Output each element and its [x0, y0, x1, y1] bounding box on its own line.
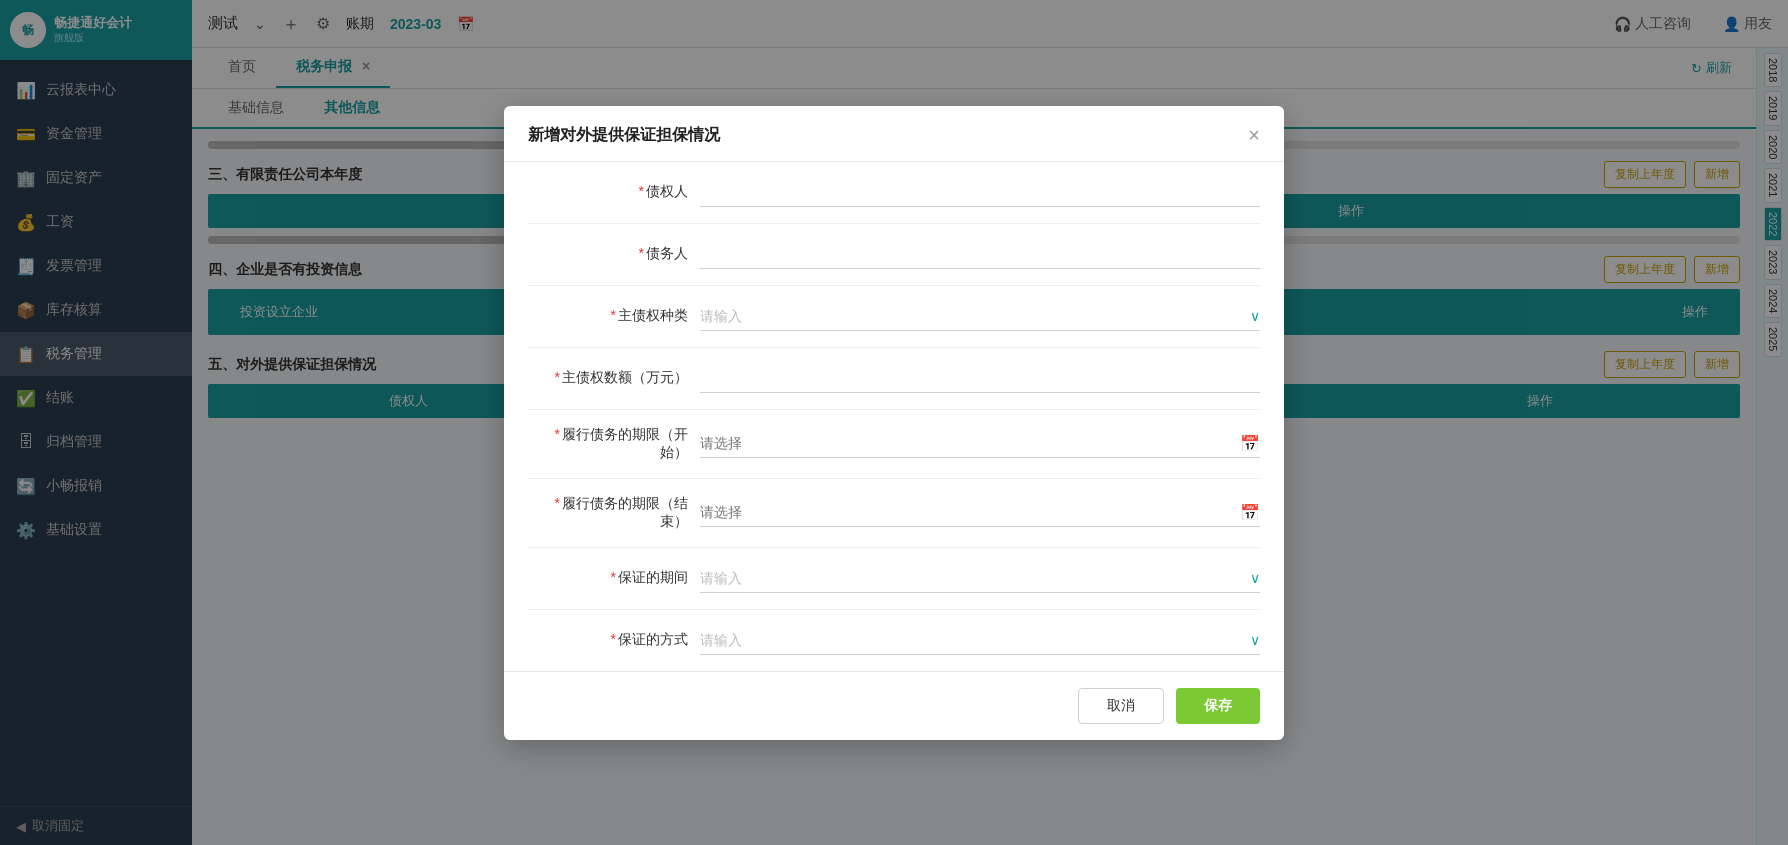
guarantee-method-select[interactable]: ∨	[700, 626, 1260, 655]
guarantee-method-input[interactable]	[700, 626, 1250, 654]
save-button[interactable]: 保存	[1176, 688, 1260, 724]
period-start-date[interactable]: 📅	[700, 429, 1260, 458]
modal-header: 新增对外提供保证担保情况 ×	[504, 106, 1284, 162]
debt-type-select[interactable]: ∨	[700, 302, 1260, 331]
form-row-creditor: *债权人	[528, 162, 1260, 224]
creditor-input-wrap	[700, 178, 1260, 207]
period-start-calendar-icon[interactable]: 📅	[1240, 434, 1260, 453]
modal-body: *债权人 *债务人 *主债权种类	[504, 162, 1284, 671]
debtor-label: *债务人	[528, 245, 688, 263]
cancel-button[interactable]: 取消	[1078, 688, 1164, 724]
debt-type-label: *主债权种类	[528, 307, 688, 325]
form-row-guarantee-method: *保证的方式 ∨	[528, 610, 1260, 671]
period-start-label: *履行债务的期限（开始）	[528, 426, 688, 462]
debtor-input-wrap	[700, 240, 1260, 269]
modal-footer: 取消 保存	[504, 671, 1284, 740]
debtor-input[interactable]	[700, 240, 1260, 269]
debt-amount-input[interactable]	[700, 364, 1260, 393]
form-row-debtor: *债务人	[528, 224, 1260, 286]
guarantee-period-label: *保证的期间	[528, 569, 688, 587]
period-start-input[interactable]	[700, 429, 1240, 457]
modal: 新增对外提供保证担保情况 × *债权人 *债务人	[504, 106, 1284, 740]
debt-type-arrow-icon[interactable]: ∨	[1250, 308, 1260, 324]
guarantee-period-arrow-icon[interactable]: ∨	[1250, 570, 1260, 586]
debt-amount-input-wrap	[700, 364, 1260, 393]
form-row-period-start: *履行债务的期限（开始） 📅	[528, 410, 1260, 479]
debt-amount-label: *主债权数额（万元）	[528, 369, 688, 387]
period-end-label: *履行债务的期限（结束）	[528, 495, 688, 531]
guarantee-method-label: *保证的方式	[528, 631, 688, 649]
period-end-input[interactable]	[700, 498, 1240, 526]
modal-close-button[interactable]: ×	[1248, 124, 1260, 147]
modal-title: 新增对外提供保证担保情况	[528, 125, 720, 146]
debt-type-input[interactable]	[700, 302, 1250, 330]
form-row-debt-amount: *主债权数额（万元）	[528, 348, 1260, 410]
modal-overlay: 新增对外提供保证担保情况 × *债权人 *债务人	[0, 0, 1788, 845]
creditor-label: *债权人	[528, 183, 688, 201]
form-row-debt-type: *主债权种类 ∨	[528, 286, 1260, 348]
guarantee-period-input[interactable]	[700, 564, 1250, 592]
creditor-input[interactable]	[700, 178, 1260, 207]
guarantee-method-arrow-icon[interactable]: ∨	[1250, 632, 1260, 648]
period-end-date[interactable]: 📅	[700, 498, 1260, 527]
period-end-calendar-icon[interactable]: 📅	[1240, 503, 1260, 522]
guarantee-period-select[interactable]: ∨	[700, 564, 1260, 593]
form-row-guarantee-period: *保证的期间 ∨	[528, 548, 1260, 610]
form-row-period-end: *履行债务的期限（结束） 📅	[528, 479, 1260, 548]
